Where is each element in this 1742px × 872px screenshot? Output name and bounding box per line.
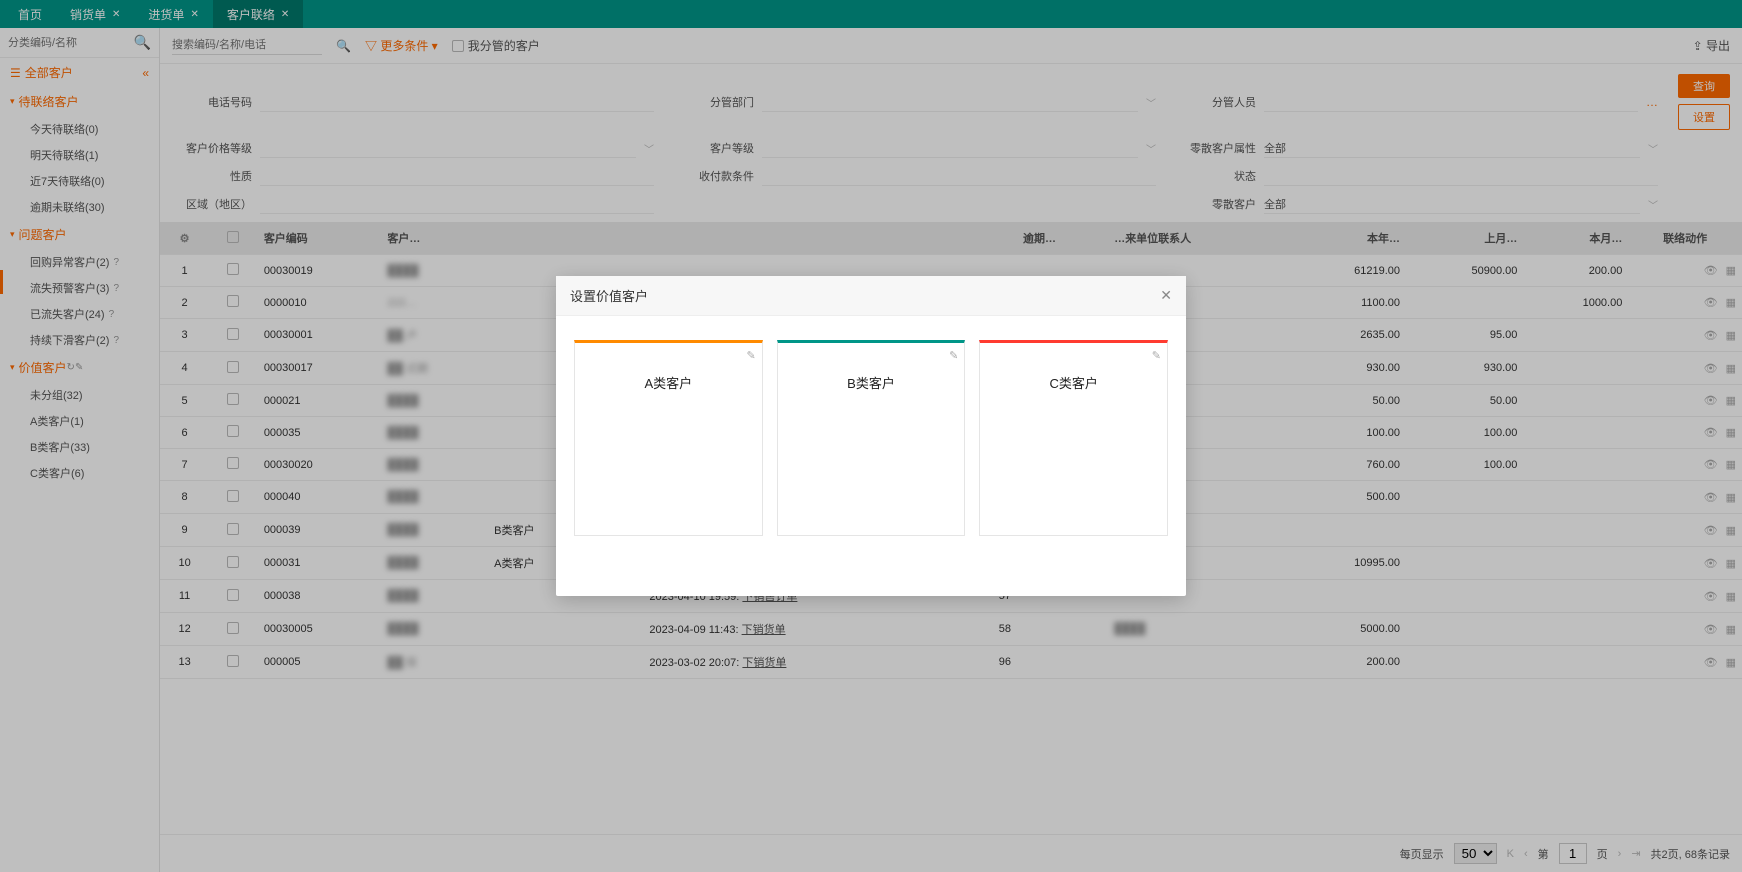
card-b-label: B类客户 xyxy=(788,373,955,392)
close-icon[interactable]: ✕ xyxy=(1160,287,1172,304)
card-a-label: A类客户 xyxy=(585,373,752,392)
modal-title: 设置价值客户 xyxy=(570,286,648,305)
modal-header: 设置价值客户 ✕ xyxy=(556,276,1186,316)
edit-icon[interactable]: ✎ xyxy=(1152,349,1161,362)
card-b[interactable]: ✎ B类客户 xyxy=(777,340,966,536)
card-c[interactable]: ✎ C类客户 xyxy=(979,340,1168,536)
value-customer-modal: 设置价值客户 ✕ ✎ A类客户 ✎ B类客户 ✎ C类客户 xyxy=(556,276,1186,596)
edit-icon[interactable]: ✎ xyxy=(949,349,958,362)
card-c-label: C类客户 xyxy=(990,373,1157,392)
card-a[interactable]: ✎ A类客户 xyxy=(574,340,763,536)
modal-body: ✎ A类客户 ✎ B类客户 ✎ C类客户 xyxy=(556,316,1186,596)
edit-icon[interactable]: ✎ xyxy=(746,349,755,362)
